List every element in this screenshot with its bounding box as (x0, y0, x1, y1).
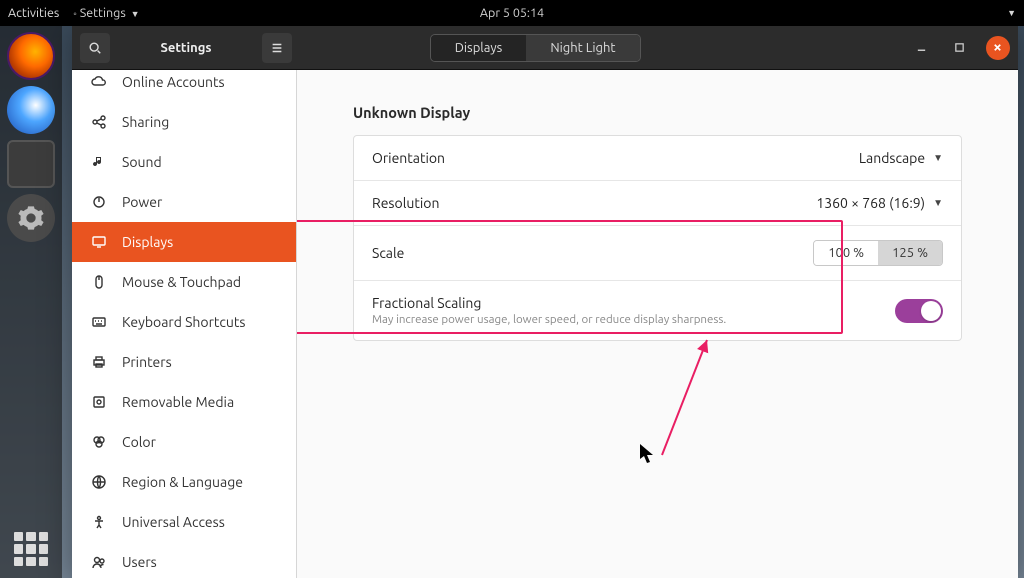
resolution-row[interactable]: Resolution 1360 × 768 (16:9) ▼ (354, 180, 961, 225)
window-minimize[interactable] (910, 36, 934, 60)
printer-icon (90, 354, 108, 370)
orientation-value: Landscape (859, 150, 925, 166)
mouse-cursor (640, 444, 656, 464)
fractional-scaling-switch[interactable] (895, 299, 943, 323)
chevron-down-icon: ▼ (131, 9, 140, 19)
sidebar-item-label: Removable Media (122, 394, 234, 410)
sidebar-item-users[interactable]: Users (72, 542, 296, 578)
scale-100[interactable]: 100 % (814, 241, 878, 265)
settings-sidebar: Online Accounts Sharing Sound Power Disp… (72, 70, 297, 578)
orientation-label: Orientation (372, 150, 445, 166)
sidebar-item-online-accounts[interactable]: Online Accounts (72, 70, 296, 102)
resolution-label: Resolution (372, 195, 439, 211)
dock (0, 26, 62, 578)
dock-settings[interactable] (7, 194, 55, 242)
window-close[interactable] (986, 36, 1010, 60)
desktop: Settings Displays Night Light (0, 26, 1024, 578)
sidebar-item-mouse-touchpad[interactable]: Mouse & Touchpad (72, 262, 296, 302)
fractional-scaling-row: Fractional Scaling May increase power us… (354, 280, 961, 340)
app-menu[interactable]: ◦ Settings ▼ (73, 6, 139, 20)
accessibility-icon (90, 514, 108, 530)
sidebar-item-label: Color (122, 434, 156, 450)
sidebar-item-keyboard-shortcuts[interactable]: Keyboard Shortcuts (72, 302, 296, 342)
scale-125[interactable]: 125 % (878, 241, 942, 265)
dock-show-applications[interactable] (14, 532, 48, 566)
power-icon (90, 194, 108, 210)
share-icon (90, 114, 108, 130)
sidebar-item-removable-media[interactable]: Removable Media (72, 382, 296, 422)
sidebar-item-label: Universal Access (122, 514, 225, 530)
tab-displays[interactable]: Displays (431, 35, 527, 61)
scale-label: Scale (372, 245, 404, 261)
sidebar-item-label: Power (122, 194, 162, 210)
scale-row: Scale 100 % 125 % (354, 225, 961, 280)
scale-segmented: 100 % 125 % (813, 240, 943, 266)
sidebar-item-displays[interactable]: Displays (72, 222, 296, 262)
cloud-icon (90, 74, 108, 90)
tab-night-light[interactable]: Night Light (526, 35, 639, 61)
switch-knob (921, 301, 941, 321)
sidebar-item-label: Online Accounts (122, 74, 225, 90)
sidebar-item-label: Sharing (122, 114, 169, 130)
sidebar-item-label: Sound (122, 154, 162, 170)
header-tabs: Displays Night Light (430, 34, 641, 62)
globe-icon (90, 474, 108, 490)
clock[interactable]: Apr 5 05:14 (480, 6, 544, 20)
activities-button[interactable]: Activities (8, 6, 59, 20)
sidebar-item-label: Printers (122, 354, 172, 370)
chevron-down-icon: ▼ (933, 197, 943, 209)
window-maximize[interactable] (948, 36, 972, 60)
keyboard-icon (90, 314, 108, 330)
chevron-down-icon: ▼ (933, 152, 943, 164)
color-icon (90, 434, 108, 450)
orientation-row[interactable]: Orientation Landscape ▼ (354, 136, 961, 180)
sidebar-item-power[interactable]: Power (72, 182, 296, 222)
sidebar-item-sound[interactable]: Sound (72, 142, 296, 182)
music-note-icon (90, 154, 108, 170)
search-button[interactable] (80, 33, 110, 63)
sidebar-item-label: Mouse & Touchpad (122, 274, 241, 290)
sidebar-item-sharing[interactable]: Sharing (72, 102, 296, 142)
sidebar-item-label: Users (122, 554, 157, 570)
fractional-scaling-label: Fractional Scaling (372, 295, 726, 311)
sidebar-item-universal-access[interactable]: Universal Access (72, 502, 296, 542)
sidebar-item-label: Keyboard Shortcuts (122, 314, 245, 330)
annotation-arrow (647, 330, 727, 460)
hamburger-menu[interactable] (262, 33, 292, 63)
sidebar-item-label: Displays (122, 234, 173, 250)
window-title: Settings (116, 41, 256, 55)
sidebar-item-color[interactable]: Color (72, 422, 296, 462)
titlebar: Settings Displays Night Light (72, 26, 1018, 70)
display-name: Unknown Display (353, 104, 962, 121)
resolution-value: 1360 × 768 (16:9) (816, 195, 925, 211)
chevron-down-icon: ▼ (1007, 8, 1016, 18)
displays-content: Unknown Display Orientation Landscape ▼ … (297, 70, 1018, 578)
sidebar-item-printers[interactable]: Printers (72, 342, 296, 382)
mouse-icon (90, 274, 108, 290)
sidebar-item-region-language[interactable]: Region & Language (72, 462, 296, 502)
gnome-top-bar: Activities ◦ Settings ▼ Apr 5 05:14 ▼ (0, 0, 1024, 26)
fractional-scaling-desc: May increase power usage, lower speed, o… (372, 313, 726, 326)
users-icon (90, 554, 108, 570)
dock-files[interactable] (7, 140, 55, 188)
display-settings-panel: Orientation Landscape ▼ Resolution 1360 … (353, 135, 962, 341)
display-icon (90, 234, 108, 250)
dock-firefox[interactable] (7, 32, 55, 80)
dock-thunderbird[interactable] (7, 86, 55, 134)
sidebar-item-label: Region & Language (122, 474, 243, 490)
media-icon (90, 394, 108, 410)
settings-window: Settings Displays Night Light (72, 26, 1018, 578)
